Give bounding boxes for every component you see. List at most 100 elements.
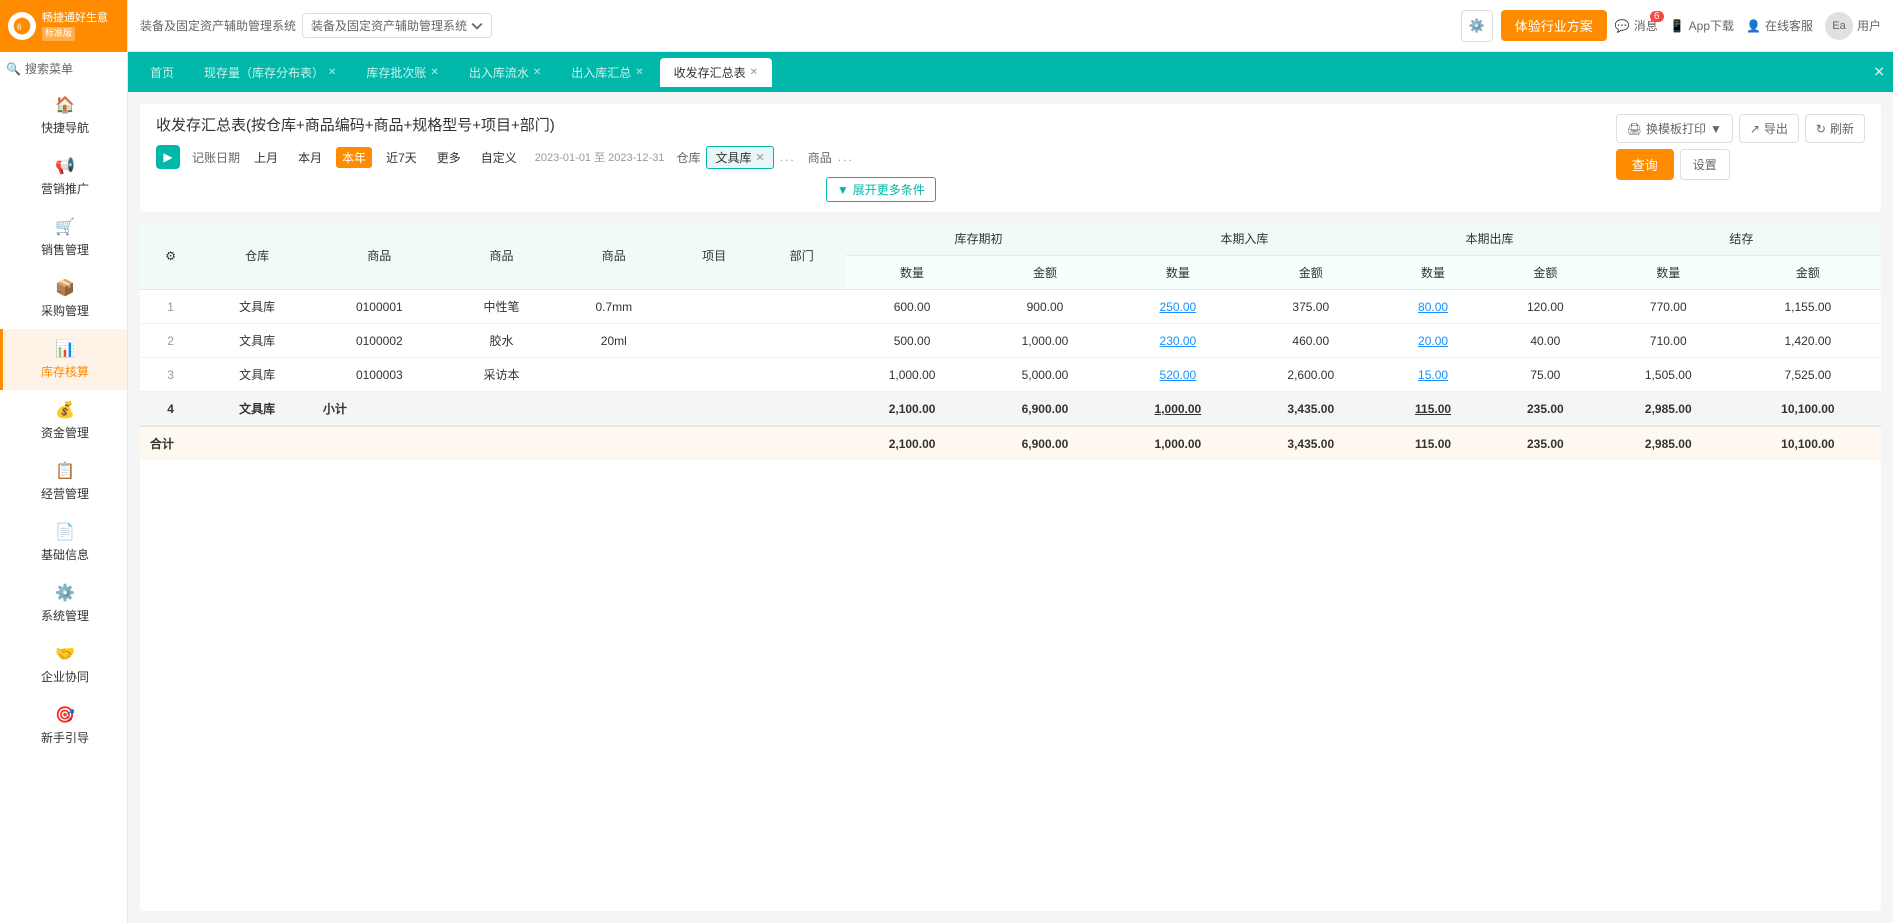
cell-out-amt: 40.00 bbox=[1489, 324, 1602, 358]
sidebar-item-purchase[interactable]: 📦 采购管理 bbox=[0, 268, 127, 329]
service-label: 在线客服 bbox=[1765, 17, 1813, 34]
tab-close-all-icon[interactable]: ✕ bbox=[1873, 64, 1885, 81]
col-in: 本期入库 bbox=[1111, 222, 1377, 256]
sidebar-item-label: 营销推广 bbox=[41, 180, 89, 197]
tab-flow[interactable]: 出入库流水 ✕ bbox=[455, 58, 555, 87]
export-button[interactable]: ↗ 导出 bbox=[1739, 114, 1799, 143]
date-btn-this-month[interactable]: 本月 bbox=[292, 147, 328, 168]
cell-product-name: 采访本 bbox=[446, 358, 558, 392]
tab-close-icon[interactable]: ✕ bbox=[750, 67, 758, 78]
cell-product-code: 0100002 bbox=[313, 324, 446, 358]
sidebar-item-business[interactable]: 📋 经营管理 bbox=[0, 451, 127, 512]
online-service-item[interactable]: 👤 在线客服 bbox=[1746, 17, 1813, 34]
product-label: 商品 bbox=[808, 149, 832, 166]
cell-opening-amt: 900.00 bbox=[979, 290, 1112, 324]
table-row: 1 文具库 0100001 中性笔 0.7mm 600.00 900.00 25… bbox=[140, 290, 1881, 324]
tab-close-icon[interactable]: ✕ bbox=[533, 67, 541, 78]
warehouse-tag: 文具库 ✕ bbox=[706, 146, 773, 169]
date-btn-this-year[interactable]: 本年 bbox=[336, 147, 372, 168]
warehouse-more[interactable]: ... bbox=[780, 150, 796, 164]
date-btn-last-month[interactable]: 上月 bbox=[248, 147, 284, 168]
filter-container: 收发存汇总表(按仓库+商品编码+商品+规格型号+项目+部门) ▶ 记账日期 上月… bbox=[140, 104, 1881, 212]
inventory-icon: 📊 bbox=[55, 339, 75, 359]
sidebar: 6 畅捷通好生意 标准版 🔍 搜索菜单 🏠 快捷导航 📢 营销推广 🛒 销售管理… bbox=[0, 0, 128, 923]
tab-label: 首页 bbox=[150, 64, 174, 81]
sidebar-item-system[interactable]: ⚙️ 系统管理 bbox=[0, 573, 127, 634]
table-settings-icon[interactable]: ⚙ bbox=[165, 249, 176, 263]
cell-closing-amt: 1,420.00 bbox=[1735, 324, 1881, 358]
settings-btn[interactable]: 设置 bbox=[1680, 149, 1730, 180]
tab-close-icon[interactable]: ✕ bbox=[430, 67, 438, 78]
subtotal-opening-amt: 6,900.00 bbox=[979, 392, 1112, 427]
cell-closing-qty: 770.00 bbox=[1602, 290, 1735, 324]
sidebar-item-finance[interactable]: 💰 资金管理 bbox=[0, 390, 127, 451]
col-closing: 结存 bbox=[1602, 222, 1881, 256]
subtotal-label: 小计 bbox=[313, 392, 846, 427]
query-button[interactable]: 查询 bbox=[1616, 149, 1674, 180]
sidebar-item-marketing[interactable]: 📢 营销推广 bbox=[0, 146, 127, 207]
filter-expand-arrow[interactable]: ▶ bbox=[156, 145, 180, 169]
user-item[interactable]: Ea 用户 bbox=[1825, 12, 1881, 40]
product-more[interactable]: ... bbox=[838, 150, 854, 164]
tab-close-icon[interactable]: ✕ bbox=[635, 67, 643, 78]
sidebar-item-label: 系统管理 bbox=[41, 607, 89, 624]
warehouse-tag-close[interactable]: ✕ bbox=[755, 151, 764, 164]
sidebar-item-inventory[interactable]: 📊 库存核算 bbox=[0, 329, 127, 390]
topbar-right: 💬 消息 6 📱 App下载 👤 在线客服 Ea 用户 bbox=[1615, 12, 1881, 40]
expand-label: 展开更多条件 bbox=[853, 181, 925, 198]
table-footer: 合计 2,100.00 6,900.00 1,000.00 3,435.00 1… bbox=[140, 426, 1881, 460]
sales-icon: 🛒 bbox=[55, 217, 75, 237]
subtotal-out-amt: 235.00 bbox=[1489, 392, 1602, 427]
date-btn-custom[interactable]: 自定义 bbox=[475, 147, 523, 168]
subtotal-in-qty[interactable]: 1,000.00 bbox=[1111, 392, 1244, 427]
sidebar-item-sales[interactable]: 🛒 销售管理 bbox=[0, 207, 127, 268]
enterprise-icon: 🤝 bbox=[55, 644, 75, 664]
footer-in-amt: 3,435.00 bbox=[1244, 426, 1377, 460]
date-btn-more[interactable]: 更多 bbox=[431, 147, 467, 168]
col-settings[interactable]: ⚙ bbox=[140, 222, 201, 290]
sidebar-item-enterprise[interactable]: 🤝 企业协同 bbox=[0, 634, 127, 695]
cell-closing-amt: 1,155.00 bbox=[1735, 290, 1881, 324]
tab-collect[interactable]: 收发存汇总表 ✕ bbox=[660, 58, 772, 87]
cell-out-qty[interactable]: 15.00 bbox=[1377, 358, 1489, 392]
cell-in-qty[interactable]: 520.00 bbox=[1111, 358, 1244, 392]
app-download-item[interactable]: 📱 App下载 bbox=[1670, 17, 1734, 34]
sidebar-item-quick[interactable]: 🏠 快捷导航 bbox=[0, 85, 127, 146]
cell-closing-qty: 710.00 bbox=[1602, 324, 1735, 358]
system-selector[interactable]: 装备及固定资产辅助管理系统 bbox=[302, 13, 492, 38]
sidebar-item-label: 采购管理 bbox=[41, 302, 89, 319]
settings-button[interactable]: ⚙️ bbox=[1461, 10, 1493, 42]
cell-out-qty[interactable]: 80.00 bbox=[1377, 290, 1489, 324]
subtotal-out-qty[interactable]: 115.00 bbox=[1377, 392, 1489, 427]
refresh-button[interactable]: ↻ 刷新 bbox=[1805, 114, 1865, 143]
date-btn-7days[interactable]: 近7天 bbox=[380, 147, 423, 168]
cell-opening-qty: 500.00 bbox=[846, 324, 979, 358]
export-icon: ↗ bbox=[1750, 122, 1760, 136]
cell-project bbox=[670, 358, 758, 392]
message-item[interactable]: 💬 消息 6 bbox=[1615, 17, 1658, 34]
template-print-button[interactable]: 🖨 换模板打印 ▼ bbox=[1616, 114, 1733, 143]
product-filter: 商品 ... bbox=[808, 149, 854, 166]
sidebar-item-basic[interactable]: 📄 基础信息 bbox=[0, 512, 127, 573]
chevron-down-icon: ▼ bbox=[1710, 122, 1722, 136]
sidebar-item-label: 资金管理 bbox=[41, 424, 89, 441]
tab-close-icon[interactable]: ✕ bbox=[328, 67, 336, 78]
cell-in-qty[interactable]: 250.00 bbox=[1111, 290, 1244, 324]
cell-out-amt: 120.00 bbox=[1489, 290, 1602, 324]
expand-conditions-button[interactable]: ▼ 展开更多条件 bbox=[826, 177, 936, 202]
cell-product-code: 0100001 bbox=[313, 290, 446, 324]
footer-out-amt: 235.00 bbox=[1489, 426, 1602, 460]
table-row: 3 文具库 0100003 采访本 1,000.00 5,000.00 520.… bbox=[140, 358, 1881, 392]
sidebar-item-label: 新手引导 bbox=[41, 729, 89, 746]
tab-home[interactable]: 首页 bbox=[136, 58, 188, 87]
tab-summary[interactable]: 出入库汇总 ✕ bbox=[557, 58, 657, 87]
cell-in-qty[interactable]: 230.00 bbox=[1111, 324, 1244, 358]
message-icon: 💬 bbox=[1615, 19, 1630, 33]
experience-button[interactable]: 体验行业方案 bbox=[1501, 10, 1607, 41]
sidebar-item-search[interactable]: 🔍 搜索菜单 bbox=[0, 52, 127, 85]
sidebar-item-guide[interactable]: 🎯 新手引导 bbox=[0, 695, 127, 756]
tab-batch[interactable]: 库存批次账 ✕ bbox=[352, 58, 452, 87]
tab-inventory[interactable]: 现存量（库存分布表） ✕ bbox=[190, 58, 350, 87]
cell-out-qty[interactable]: 20.00 bbox=[1377, 324, 1489, 358]
template-icon: 🖨 bbox=[1627, 122, 1642, 136]
